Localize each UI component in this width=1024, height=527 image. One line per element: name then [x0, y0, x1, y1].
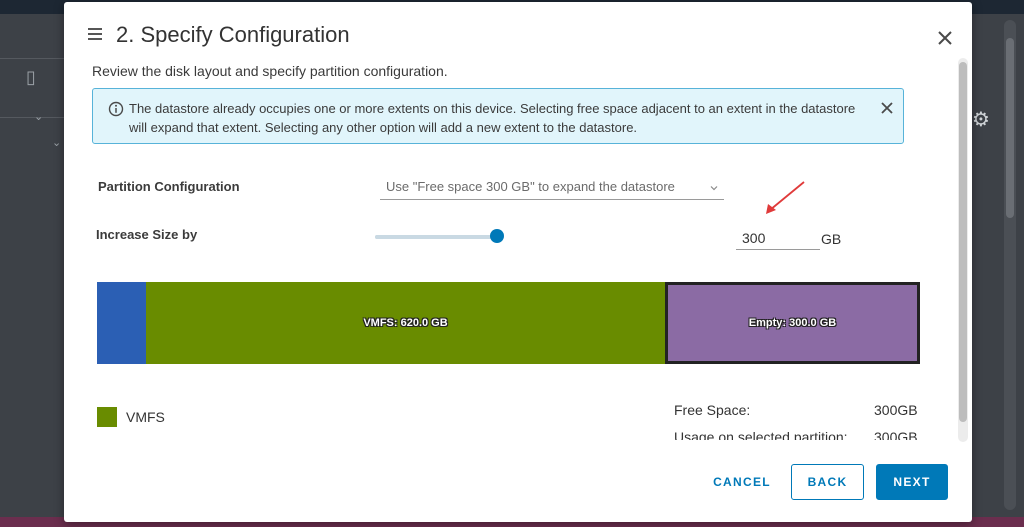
disk-layout-bar: VMFS: 620.0 GB Empty: 300.0 GB [97, 282, 921, 364]
next-button[interactable]: NEXT [876, 464, 948, 500]
chevron-down-icon: ⌄ [52, 137, 62, 149]
partition-configuration-label: Partition Configuration [98, 179, 240, 194]
vmfs-legend-label: VMFS [126, 409, 165, 425]
disk-segment-label: Empty: 300.0 GB [748, 317, 837, 329]
disk-segment-label: VMFS: 620.0 GB [363, 317, 448, 329]
partition-configuration-select[interactable]: Use "Free space 300 GB" to expand the da… [380, 178, 724, 200]
vmfs-legend-swatch [97, 407, 117, 427]
info-circle-icon [108, 101, 124, 117]
size-slider-fill [375, 235, 495, 239]
chevron-down-icon: ⌄ [34, 111, 44, 123]
close-icon[interactable] [936, 29, 954, 47]
cancel-button[interactable]: CANCEL [704, 464, 780, 500]
disk-segment-vmfs[interactable]: VMFS: 620.0 GB [146, 282, 665, 364]
disk-segment-empty[interactable]: Empty: 300.0 GB [665, 282, 920, 364]
info-alert: The datastore already occupies one or mo… [92, 88, 904, 144]
size-unit-label: GB [821, 231, 842, 247]
gear-icon: ⚙ [972, 109, 990, 131]
modal-scrollbar-thumb[interactable] [959, 62, 967, 422]
background-scrollbar-thumb [1006, 38, 1014, 218]
vm-icon: ▯ [26, 67, 36, 87]
increase-size-input[interactable] [736, 226, 820, 250]
size-slider-handle[interactable] [490, 229, 504, 243]
chevron-down-icon [710, 186, 718, 191]
disk-segment-partition[interactable] [97, 282, 146, 364]
size-slider-track[interactable] [375, 235, 495, 239]
dialog-subtitle: Review the disk layout and specify parti… [92, 63, 448, 79]
free-space-value: 300GB [874, 402, 918, 418]
partition-configuration-value: Use "Free space 300 GB" to expand the da… [386, 179, 675, 194]
dialog-title: 2. Specify Configuration [116, 22, 350, 47]
alert-message: The datastore already occupies one or mo… [129, 101, 856, 135]
content-fold [64, 440, 972, 460]
increase-size-label: Increase Size by [96, 227, 198, 242]
free-space-label: Free Space: [674, 402, 751, 418]
specify-configuration-dialog: 2. Specify Configuration Review the disk… [64, 2, 972, 522]
background-right-panel: ⚙ [972, 14, 1024, 527]
hamburger-icon[interactable] [88, 28, 102, 40]
close-icon[interactable] [879, 100, 895, 116]
red-arrow-icon [766, 181, 805, 214]
back-button[interactable]: BACK [791, 464, 864, 500]
background-left-panel: ▯ ⌄ ⌄ [0, 14, 64, 527]
